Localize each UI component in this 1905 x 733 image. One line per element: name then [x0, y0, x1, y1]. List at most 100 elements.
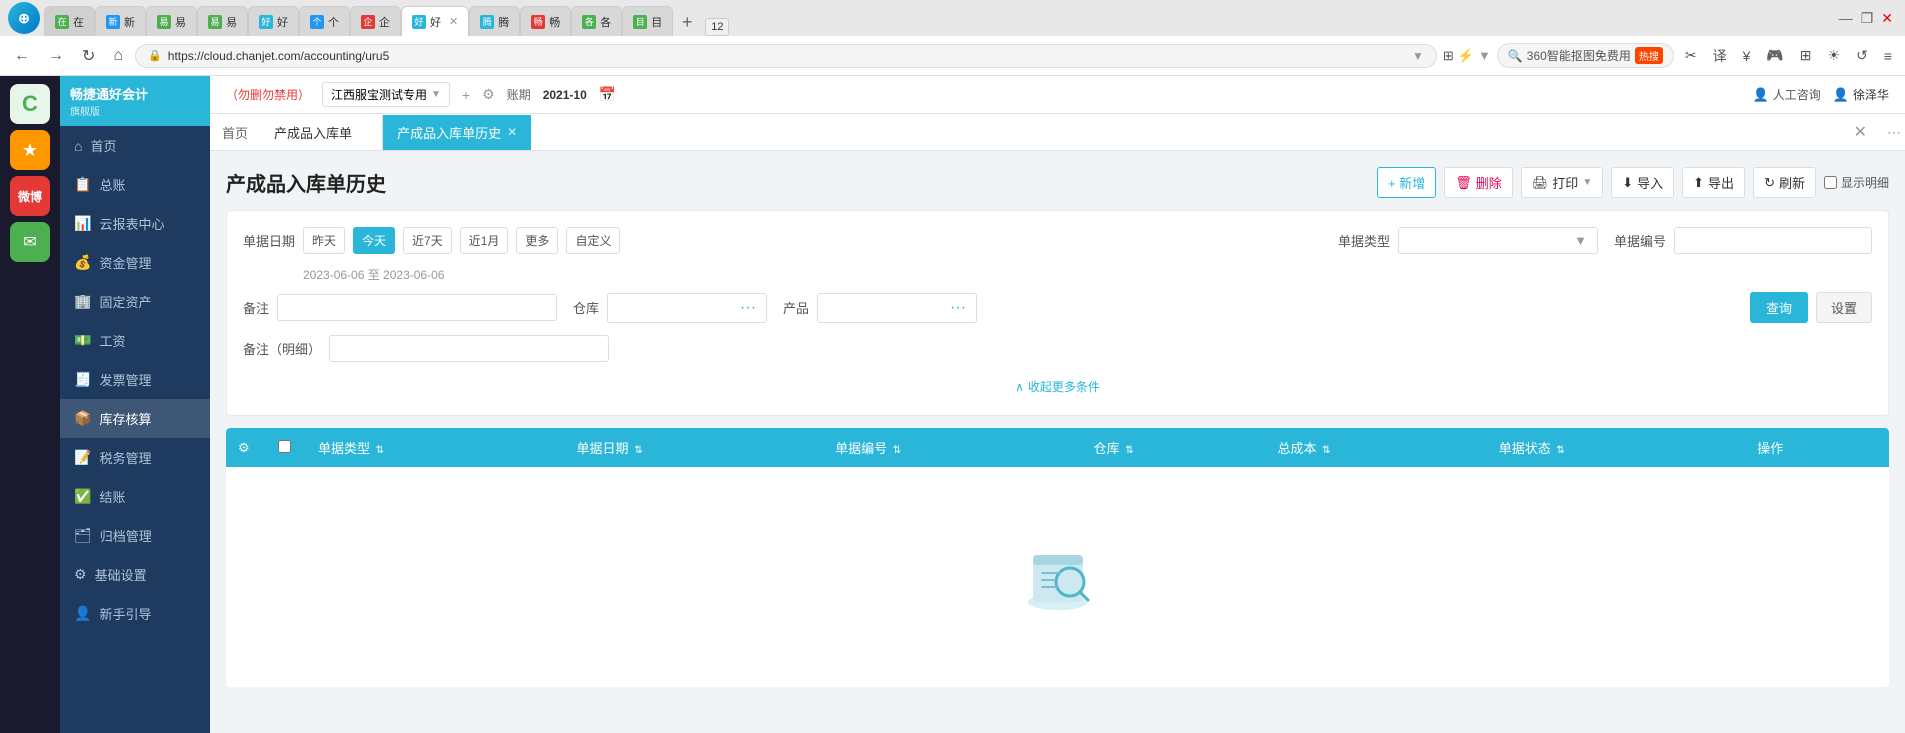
grid-icon[interactable]: ⊞: [1443, 48, 1454, 64]
browser-tab-12[interactable]: 目 目: [622, 6, 673, 36]
page-more-button[interactable]: ⋯: [1883, 116, 1905, 149]
print-button[interactable]: 🖨 打印 ▼: [1521, 167, 1603, 198]
select-all-checkbox[interactable]: [278, 440, 291, 453]
nav-item-inventory[interactable]: 📦 库存核算: [60, 399, 210, 438]
sun-icon[interactable]: ☀: [1823, 44, 1846, 67]
th-date[interactable]: 单据日期 ⇅: [565, 428, 824, 467]
date-more[interactable]: 更多: [516, 227, 558, 254]
nav-item-settings[interactable]: ⚙ 基础设置: [60, 555, 210, 594]
type-filter-select[interactable]: ▼: [1398, 227, 1598, 254]
user-service[interactable]: 👤 人工咨询: [1753, 86, 1821, 103]
breadcrumb-tab-history-close[interactable]: ✕: [507, 125, 517, 139]
number-filter-input[interactable]: [1674, 227, 1872, 254]
export-button[interactable]: ⬆ 导出: [1682, 167, 1745, 198]
note-detail-input[interactable]: [329, 335, 609, 362]
query-button[interactable]: 查询: [1750, 292, 1808, 323]
back-button[interactable]: ←: [8, 43, 36, 69]
lightning-icon[interactable]: ⚡: [1458, 48, 1474, 64]
th-checkbox[interactable]: [266, 428, 306, 467]
translate-icon[interactable]: 译: [1708, 43, 1732, 69]
delete-button[interactable]: 🗑 删除: [1444, 167, 1513, 198]
browser-tab-1[interactable]: 在 在: [44, 6, 95, 36]
th-type[interactable]: 单据类型 ⇅: [306, 428, 565, 467]
undo-icon[interactable]: ↺: [1851, 44, 1873, 67]
add-company-button[interactable]: +: [462, 87, 470, 103]
nav-item-invoice[interactable]: 🧾 发票管理: [60, 360, 210, 399]
nav-item-reports[interactable]: 📊 云报表中心: [60, 204, 210, 243]
th-status[interactable]: 单据状态 ⇅: [1487, 428, 1746, 467]
import-button[interactable]: ⬇ 导入: [1611, 167, 1674, 198]
refresh-button[interactable]: ↻ 刷新: [1753, 167, 1816, 198]
sidebar-app-star[interactable]: ★: [10, 130, 50, 170]
close-button[interactable]: ✕: [1881, 10, 1893, 27]
app-logo[interactable]: 畅捷通好会计 旗舰版: [60, 76, 210, 126]
date-today[interactable]: 今天: [353, 227, 395, 254]
nav-item-funds[interactable]: 💰 资金管理: [60, 243, 210, 282]
product-filter-select[interactable]: ···: [817, 293, 977, 323]
company-settings-icon[interactable]: ⚙: [482, 86, 495, 103]
browser-tab-7[interactable]: 企 企: [350, 6, 401, 36]
browser-tab-8[interactable]: 好 好 ✕: [401, 6, 469, 36]
forward-button[interactable]: →: [42, 43, 70, 69]
nav-item-salary[interactable]: 💵 工资: [60, 321, 210, 360]
restore-button[interactable]: ❐: [1861, 10, 1874, 27]
th-number[interactable]: 单据编号 ⇅: [823, 428, 1082, 467]
date-custom[interactable]: 自定义: [566, 227, 620, 254]
apps-icon[interactable]: ⊞: [1795, 44, 1817, 67]
home-nav-button[interactable]: ⌂: [107, 43, 129, 69]
show-detail-checkbox[interactable]: 显示明细: [1824, 174, 1889, 191]
sidebar-app-chanjet[interactable]: C: [10, 84, 50, 124]
nav-item-assets[interactable]: 🏢 固定资产: [60, 282, 210, 321]
address-expand[interactable]: ▼: [1412, 49, 1424, 63]
address-bar[interactable]: 🔒 https://cloud.chanjet.com/accounting/u…: [135, 44, 1437, 68]
collapse-button[interactable]: ∧ 收起更多条件: [243, 374, 1872, 399]
tab8-close[interactable]: ✕: [449, 15, 458, 28]
show-detail-input[interactable]: [1824, 176, 1837, 189]
more-icon[interactable]: ▼: [1478, 48, 1491, 63]
company-select[interactable]: 江西服宝测试专用 ▼: [322, 82, 450, 107]
breadcrumb-tab-list-close[interactable]: ✕: [358, 125, 368, 139]
product-dots-icon[interactable]: ···: [950, 299, 966, 317]
date-7days[interactable]: 近7天: [403, 227, 452, 254]
browser-tab-9[interactable]: 腾 腾: [469, 6, 520, 36]
scissors-icon[interactable]: ✂: [1680, 44, 1702, 67]
th-warehouse[interactable]: 仓库 ⇅: [1082, 428, 1266, 467]
warehouse-filter-select[interactable]: ···: [607, 293, 767, 323]
refresh-button[interactable]: ↻: [76, 42, 101, 70]
setting-button[interactable]: 设置: [1816, 292, 1872, 323]
nav-item-archive[interactable]: 🗂 归档管理: [60, 516, 210, 555]
breadcrumb-tab-list[interactable]: 产成品入库单 ✕: [260, 115, 383, 150]
browser-tab-11[interactable]: 各 各: [571, 6, 622, 36]
browser-tab-10[interactable]: 畅 畅: [520, 6, 571, 36]
page-close-button[interactable]: ✕: [1838, 114, 1883, 150]
browser-tab-6[interactable]: 个 个: [299, 6, 350, 36]
user-info[interactable]: 👤 徐泽华: [1833, 86, 1889, 103]
sidebar-app-mail[interactable]: ✉: [10, 222, 50, 262]
minimize-button[interactable]: —: [1839, 10, 1853, 26]
new-button[interactable]: + 新增: [1377, 167, 1436, 198]
browser-tab-5[interactable]: 好 好: [248, 6, 299, 36]
sidebar-app-weibo[interactable]: 微博: [10, 176, 50, 216]
browser-settings-icon[interactable]: ≡: [1879, 45, 1897, 67]
nav-item-newentry[interactable]: 👤 新手引导: [60, 594, 210, 633]
nav-item-checkout[interactable]: ✅ 结账: [60, 477, 210, 516]
breadcrumb-home[interactable]: 首页: [210, 115, 260, 150]
th-cost[interactable]: 总成本 ⇅: [1266, 428, 1487, 467]
date-1month[interactable]: 近1月: [460, 227, 509, 254]
search-bar[interactable]: 🔍 360智能抠图免费用 热搜: [1497, 43, 1674, 68]
browser-tab-4[interactable]: 易 易: [197, 6, 248, 36]
browser-tab-3[interactable]: 易 易: [146, 6, 197, 36]
currency-icon[interactable]: ¥: [1738, 45, 1756, 67]
warehouse-dots-icon[interactable]: ···: [740, 299, 756, 317]
note-filter-input[interactable]: [277, 294, 557, 321]
date-yesterday[interactable]: 昨天: [303, 227, 345, 254]
nav-item-home[interactable]: ⌂ 首页: [60, 126, 210, 165]
gear-settings-icon[interactable]: ⚙: [238, 440, 250, 455]
th-gear[interactable]: ⚙: [226, 428, 266, 467]
browser-tab-2[interactable]: 新 新: [95, 6, 146, 36]
new-tab-button[interactable]: +: [673, 8, 701, 36]
nav-item-tax[interactable]: 📝 税务管理: [60, 438, 210, 477]
calendar-icon[interactable]: 📅: [599, 86, 616, 103]
game-icon[interactable]: 🎮: [1761, 44, 1788, 67]
breadcrumb-tab-history[interactable]: 产成品入库单历史 ✕: [383, 115, 531, 150]
